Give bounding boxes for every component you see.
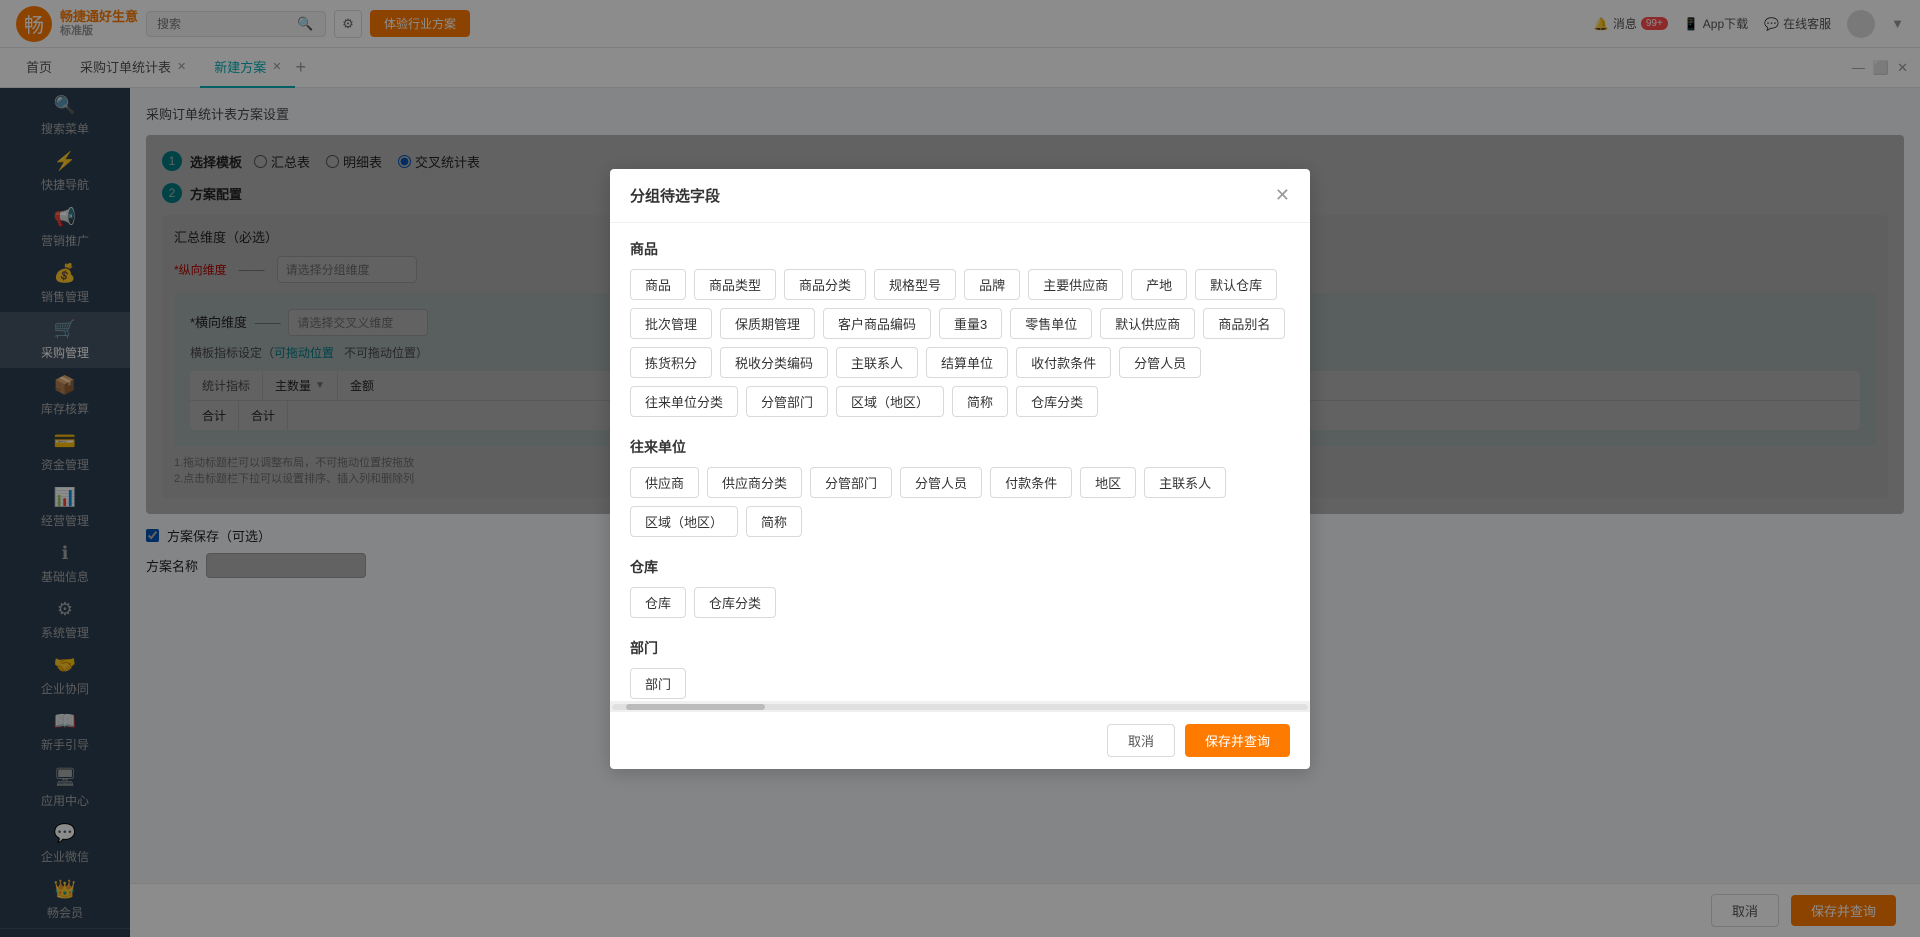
field-tag-1-2[interactable]: 分管部门 [810, 467, 892, 498]
field-tags-1: 供应商供应商分类分管部门分管人员付款条件地区主联系人区域（地区） 简称 [630, 467, 1290, 537]
field-tag-0-4[interactable]: 品牌 [964, 269, 1020, 300]
field-tag-0-1[interactable]: 商品类型 [694, 269, 776, 300]
field-section-title-0: 商品 [630, 239, 1290, 259]
field-tags-0: 商品商品类型商品分类规格型号品牌主要供应商产地默认仓库批次管理保质期管理客户商品… [630, 269, 1290, 417]
field-tag-0-17[interactable]: 主联系人 [836, 347, 918, 378]
field-tag-1-8[interactable]: 简称 [746, 506, 802, 537]
field-section-title-2: 仓库 [630, 557, 1290, 577]
field-tag-0-25[interactable]: 仓库分类 [1016, 386, 1098, 417]
field-section-title-3: 部门 [630, 638, 1290, 658]
field-tag-0-9[interactable]: 保质期管理 [720, 308, 815, 339]
field-tag-2-0[interactable]: 仓库 [630, 587, 686, 618]
field-tag-1-1[interactable]: 供应商分类 [707, 467, 802, 498]
field-section-1: 往来单位供应商供应商分类分管部门分管人员付款条件地区主联系人区域（地区） 简称 [630, 437, 1290, 537]
modal-footer: 取消 保存并查询 [610, 712, 1310, 769]
modal-scrollbar[interactable] [610, 702, 1310, 712]
field-tag-1-4[interactable]: 付款条件 [990, 467, 1072, 498]
field-tag-0-10[interactable]: 客户商品编码 [823, 308, 931, 339]
field-tag-0-20[interactable]: 分管人员 [1119, 347, 1201, 378]
field-tag-0-2[interactable]: 商品分类 [784, 269, 866, 300]
modal-overlay: 分组待选字段 ✕ 商品商品商品类型商品分类规格型号品牌主要供应商产地默认仓库批次… [0, 0, 1920, 937]
field-tag-0-11[interactable]: 重量3 [939, 308, 1002, 339]
modal: 分组待选字段 ✕ 商品商品商品类型商品分类规格型号品牌主要供应商产地默认仓库批次… [610, 169, 1310, 769]
field-tag-0-23[interactable]: 区域（地区） [836, 386, 944, 417]
modal-header: 分组待选字段 ✕ [610, 169, 1310, 223]
field-tag-0-19[interactable]: 收付款条件 [1016, 347, 1111, 378]
field-tag-0-7[interactable]: 默认仓库 [1195, 269, 1277, 300]
field-tag-0-13[interactable]: 默认供应商 [1100, 308, 1195, 339]
field-tag-1-6[interactable]: 主联系人 [1144, 467, 1226, 498]
field-tag-0-16[interactable]: 税收分类编码 [720, 347, 828, 378]
field-section-2: 仓库仓库仓库分类 [630, 557, 1290, 618]
modal-body: 商品商品商品类型商品分类规格型号品牌主要供应商产地默认仓库批次管理保质期管理客户… [610, 223, 1310, 702]
field-section-title-1: 往来单位 [630, 437, 1290, 457]
field-tags-3: 部门 [630, 668, 1290, 699]
field-tag-0-24[interactable]: 简称 [952, 386, 1008, 417]
save-button[interactable]: 保存并查询 [1185, 724, 1290, 757]
field-section-0: 商品商品商品类型商品分类规格型号品牌主要供应商产地默认仓库批次管理保质期管理客户… [630, 239, 1290, 417]
field-tag-0-12[interactable]: 零售单位 [1010, 308, 1092, 339]
field-tag-1-3[interactable]: 分管人员 [900, 467, 982, 498]
cancel-button[interactable]: 取消 [1107, 724, 1175, 757]
field-tag-0-0[interactable]: 商品 [630, 269, 686, 300]
field-tag-0-21[interactable]: 往来单位分类 [630, 386, 738, 417]
field-tag-3-0[interactable]: 部门 [630, 668, 686, 699]
field-tag-1-5[interactable]: 地区 [1080, 467, 1136, 498]
field-tags-2: 仓库仓库分类 [630, 587, 1290, 618]
field-tag-0-3[interactable]: 规格型号 [874, 269, 956, 300]
modal-title: 分组待选字段 [630, 185, 720, 206]
field-tag-2-1[interactable]: 仓库分类 [694, 587, 776, 618]
field-tag-1-0[interactable]: 供应商 [630, 467, 699, 498]
field-tag-0-8[interactable]: 批次管理 [630, 308, 712, 339]
modal-close-button[interactable]: ✕ [1275, 186, 1290, 204]
field-tag-0-22[interactable]: 分管部门 [746, 386, 828, 417]
field-tag-0-14[interactable]: 商品别名 [1203, 308, 1285, 339]
field-tag-0-6[interactable]: 产地 [1131, 269, 1187, 300]
field-tag-0-18[interactable]: 结算单位 [926, 347, 1008, 378]
field-tag-1-7[interactable]: 区域（地区） [630, 506, 738, 537]
field-tag-0-5[interactable]: 主要供应商 [1028, 269, 1123, 300]
field-section-3: 部门部门 [630, 638, 1290, 699]
field-tag-0-15[interactable]: 拣货积分 [630, 347, 712, 378]
